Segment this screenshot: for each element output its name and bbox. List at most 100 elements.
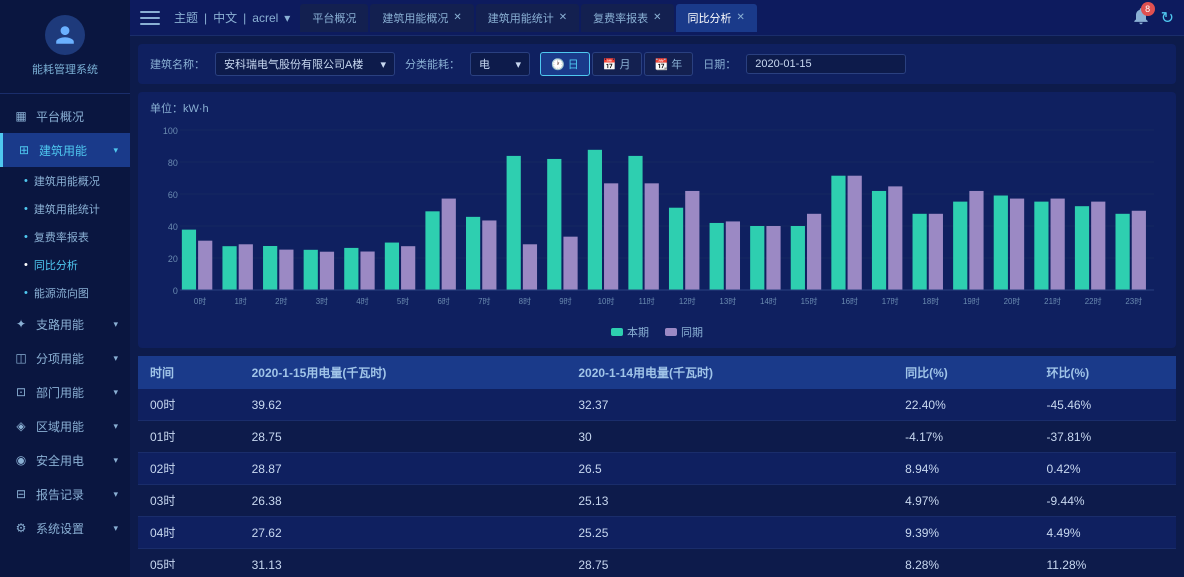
- sidebar-item-energy-flow[interactable]: 能源流向图: [0, 279, 130, 307]
- svg-text:11时: 11时: [639, 296, 655, 306]
- chart-unit-label: 单位：kW·h: [150, 100, 1164, 116]
- tab-building-energy[interactable]: 建筑用能概况 ✕: [370, 4, 473, 32]
- tab-building-energy-close[interactable]: ✕: [453, 12, 461, 23]
- svg-text:40: 40: [168, 222, 178, 232]
- sidebar-item-comparison[interactable]: 同比分析: [0, 251, 130, 279]
- svg-text:1时: 1时: [235, 296, 247, 306]
- building-label: 建筑名称：: [150, 56, 205, 72]
- date-label: 日期：: [703, 56, 736, 72]
- sidebar-item-dept-label: 部门用能: [36, 384, 84, 401]
- svg-text:3时: 3时: [316, 296, 328, 306]
- date-input[interactable]: [746, 54, 906, 74]
- sidebar-item-building-label: 建筑用能: [39, 142, 87, 159]
- svg-text:18时: 18时: [922, 296, 939, 306]
- svg-text:80: 80: [168, 158, 178, 168]
- col-chain: 环比(%): [1035, 356, 1176, 389]
- user-dropdown-icon[interactable]: ▾: [284, 11, 290, 25]
- chevron-down-icon: ▾: [113, 319, 118, 330]
- category-label: 分类能耗：: [405, 56, 460, 72]
- sidebar-item-safety[interactable]: ◉ 安全用电 ▾: [0, 443, 130, 477]
- svg-text:12时: 12时: [679, 296, 696, 306]
- svg-text:8时: 8时: [519, 296, 531, 306]
- sidebar: 能耗管理系统 ▦ 平台概况 ⊞ 建筑用能 ▾ 建筑用能概况 建筑用能统计 复费率…: [0, 0, 130, 577]
- date-btn-day[interactable]: 🕐 日: [540, 52, 590, 76]
- sidebar-item-sub-energy[interactable]: ◫ 分项用能 ▾: [0, 341, 130, 375]
- user-label[interactable]: acrel: [252, 11, 278, 25]
- notification-button[interactable]: 8: [1131, 6, 1151, 29]
- date-btn-year[interactable]: 📆 年: [644, 52, 694, 76]
- tab-comparison-close[interactable]: ✕: [737, 12, 745, 23]
- tab-building-stats-close[interactable]: ✕: [559, 12, 567, 23]
- lang-label[interactable]: 中文: [213, 9, 237, 26]
- sidebar-item-reports[interactable]: ⊟ 报告记录 ▾: [0, 477, 130, 511]
- sidebar-item-dept[interactable]: ⊡ 部门用能 ▾: [0, 375, 130, 409]
- legend-current-label: 本期: [627, 324, 649, 340]
- building-value: 安科瑞电气股份有限公司A楼: [224, 56, 363, 72]
- category-select[interactable]: 电 ▾: [470, 52, 530, 76]
- date-btn-month[interactable]: 📅 月: [592, 52, 642, 76]
- sidebar-item-area[interactable]: ◈ 区域用能 ▾: [0, 409, 130, 443]
- sidebar-item-building-energy[interactable]: ⊞ 建筑用能 ▾: [0, 133, 130, 167]
- hamburger-icon[interactable]: [140, 11, 160, 25]
- sub-icon: ◫: [12, 349, 30, 367]
- tab-building-stats[interactable]: 建筑用能统计 ✕: [476, 4, 579, 32]
- svg-text:17时: 17时: [882, 296, 899, 306]
- tab-bar: 平台概况 建筑用能概况 ✕ 建筑用能统计 ✕ 复费率报表 ✕ 同比分析 ✕: [300, 4, 1130, 32]
- table-row: 03时26.3825.134.97%-9.44%: [138, 485, 1176, 517]
- refresh-button[interactable]: ↻: [1161, 8, 1174, 28]
- building-select[interactable]: 安科瑞电气股份有限公司A楼 ▾: [215, 52, 395, 76]
- svg-text:20时: 20时: [1004, 296, 1021, 306]
- svg-text:10时: 10时: [598, 296, 615, 306]
- svg-text:14时: 14时: [760, 296, 777, 306]
- content-area: 建筑名称： 安科瑞电气股份有限公司A楼 ▾ 分类能耗： 电 ▾ 🕐 日 📅 月 …: [130, 36, 1184, 577]
- report-icon: ⊟: [12, 485, 30, 503]
- tab-platform-label: 平台概况: [312, 10, 356, 26]
- calendar-icon: 📅: [603, 59, 617, 71]
- filter-bar: 建筑名称： 安科瑞电气股份有限公司A楼 ▾ 分类能耗： 电 ▾ 🕐 日 📅 月 …: [138, 44, 1176, 84]
- tab-platform[interactable]: 平台概况: [300, 4, 368, 32]
- table-row: 02时28.8726.58.94%0.42%: [138, 453, 1176, 485]
- tab-comparison-label: 同比分析: [688, 10, 732, 26]
- svg-text:0: 0: [173, 286, 178, 296]
- sidebar-item-safety-label: 安全用电: [36, 452, 84, 469]
- svg-text:5时: 5时: [397, 296, 409, 306]
- sidebar-item-settings-label: 系统设置: [36, 520, 84, 537]
- avatar: [45, 15, 85, 55]
- col-prev-energy: 2020-1-14用电量(千瓦时): [566, 356, 893, 389]
- system-name-label: 能耗管理系统: [32, 63, 98, 78]
- main-area: 主题 | 中文 | acrel ▾ 平台概况 建筑用能概况 ✕ 建筑用能统计 ✕…: [130, 0, 1184, 577]
- chevron-down-icon: ▾: [113, 421, 118, 432]
- sidebar-item-recovery-rate[interactable]: 复费率报表: [0, 223, 130, 251]
- svg-text:0时: 0时: [194, 296, 206, 306]
- sidebar-item-platform[interactable]: ▦ 平台概况: [0, 99, 130, 133]
- dept-icon: ⊡: [12, 383, 30, 401]
- legend-current-color: [611, 328, 623, 336]
- gear-icon: ⚙: [12, 519, 30, 537]
- category-dropdown-icon: ▾: [515, 58, 521, 71]
- tab-recovery-rate[interactable]: 复费率报表 ✕: [581, 4, 673, 32]
- table-row: 00时39.6232.3722.40%-45.46%: [138, 389, 1176, 421]
- sidebar-item-building-overview[interactable]: 建筑用能概况: [0, 167, 130, 195]
- col-time: 时间: [138, 356, 240, 389]
- table-row: 05时31.1328.758.28%11.28%: [138, 549, 1176, 570]
- chart-area: 单位：kW·h 0204060801000时1时2时3时4时5时6时7时8时9时…: [138, 92, 1176, 348]
- notification-badge: 8: [1141, 2, 1155, 16]
- chevron-down-icon: ▾: [113, 145, 118, 156]
- sidebar-item-branch[interactable]: ✦ 支路用能 ▾: [0, 307, 130, 341]
- sub-item-label: 建筑用能概况: [34, 173, 100, 189]
- grid-icon: ▦: [12, 107, 30, 125]
- table-row: 01时28.7530-4.17%-37.81%: [138, 421, 1176, 453]
- tab-recovery-rate-close[interactable]: ✕: [653, 12, 661, 23]
- legend-prev: 同期: [665, 324, 703, 340]
- topbar: 主题 | 中文 | acrel ▾ 平台概况 建筑用能概况 ✕ 建筑用能统计 ✕…: [130, 0, 1184, 36]
- legend-prev-label: 同期: [681, 324, 703, 340]
- sub-item-label: 同比分析: [34, 257, 78, 273]
- col-yoy: 同比(%): [893, 356, 1034, 389]
- sidebar-item-settings[interactable]: ⚙ 系统设置 ▾: [0, 511, 130, 545]
- tab-comparison[interactable]: 同比分析 ✕: [676, 4, 757, 32]
- separator2: |: [243, 11, 246, 25]
- svg-text:13时: 13时: [719, 296, 736, 306]
- building-icon: ⊞: [15, 141, 33, 159]
- svg-text:16时: 16时: [841, 296, 858, 306]
- sidebar-item-building-stats[interactable]: 建筑用能统计: [0, 195, 130, 223]
